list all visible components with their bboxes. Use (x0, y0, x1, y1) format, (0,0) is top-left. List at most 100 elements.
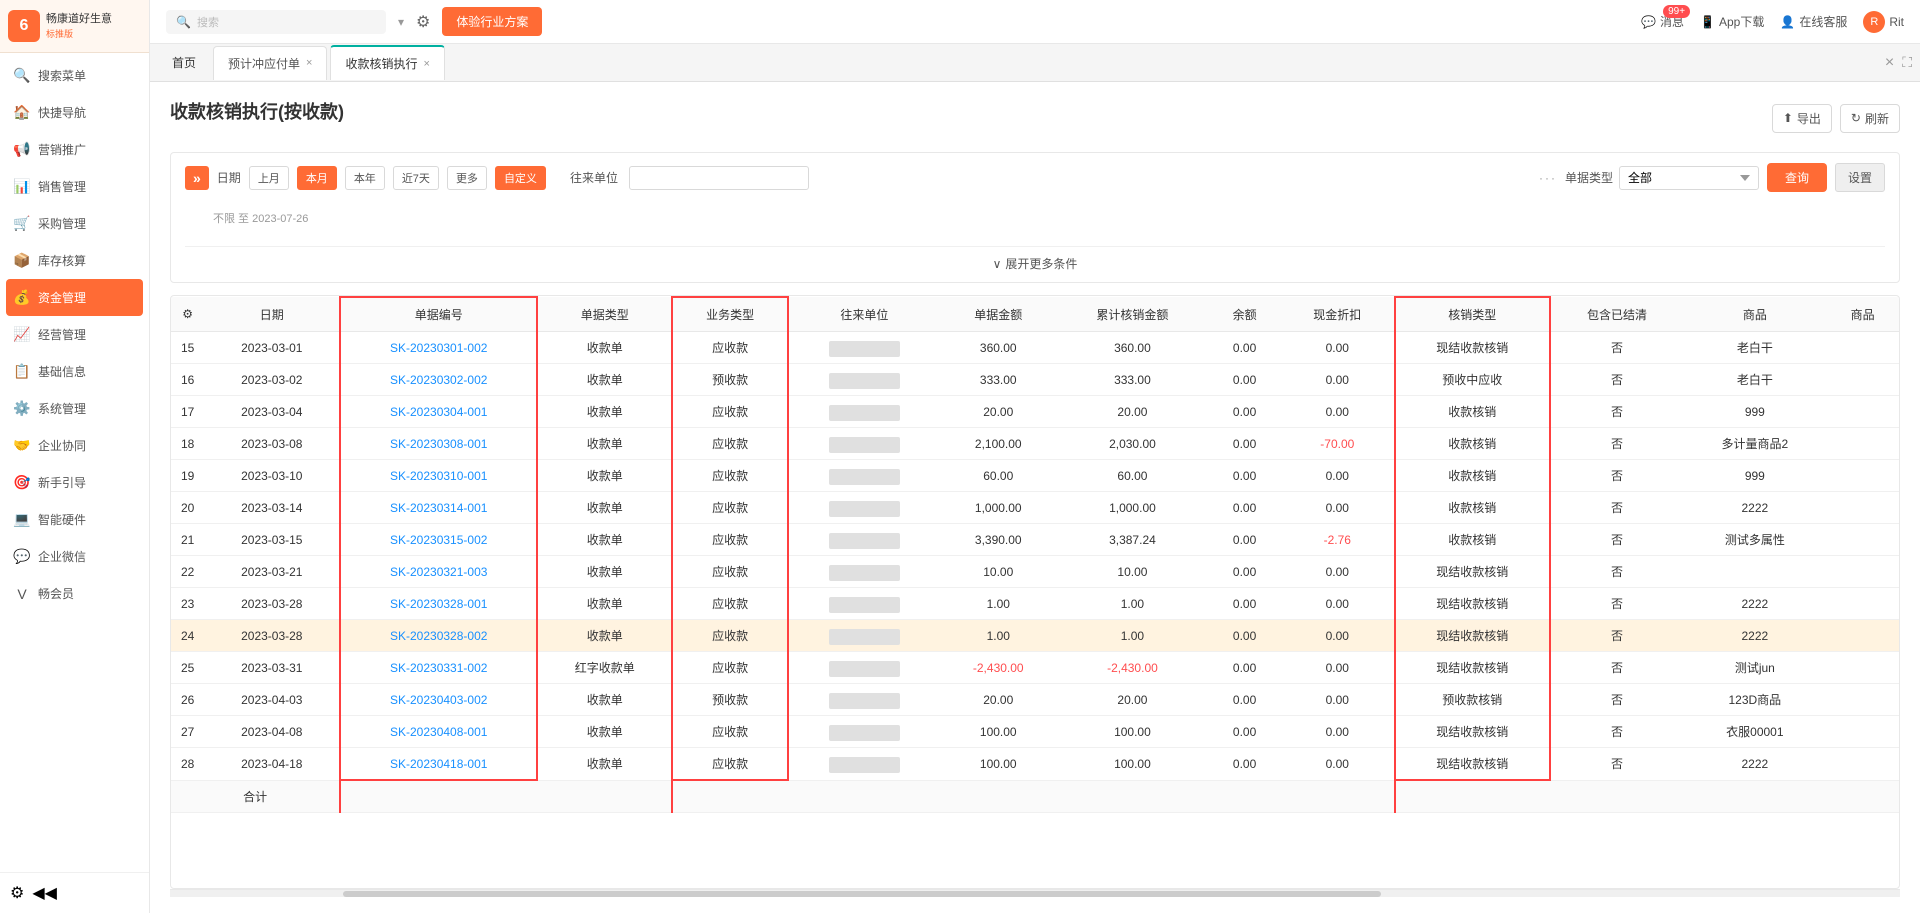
sidebar-item-operation[interactable]: 📈 经营管理 (0, 316, 149, 353)
tab-prepayment[interactable]: 预计冲应付单 × (213, 46, 327, 80)
date-filter-label: 日期 (217, 169, 241, 186)
cell-cumulative: 360.00 (1057, 332, 1209, 364)
mobile-icon: 📱 (1700, 15, 1715, 29)
sidebar-collapse-icon[interactable]: ◀◀ (32, 883, 57, 903)
bill-no-link[interactable]: SK-20230302-002 (390, 373, 487, 387)
sidebar-item-search[interactable]: 🔍 搜索菜单 (0, 57, 149, 94)
bill-no-link[interactable]: SK-20230328-001 (390, 597, 487, 611)
bill-no-link[interactable]: SK-20230301-002 (390, 341, 487, 355)
bill-no-link[interactable]: SK-20230310-001 (390, 469, 487, 483)
cell-index: 21 (171, 524, 204, 556)
cell-bill-no: SK-20230302-002 (340, 364, 537, 396)
sidebar-settings-icon[interactable]: ⚙ (10, 883, 24, 903)
bill-no-link[interactable]: SK-20230408-001 (390, 725, 487, 739)
table-row: 21 2023-03-15 SK-20230315-002 收款单 应收款 ██… (171, 524, 1899, 556)
cell-balance: 0.00 (1208, 396, 1281, 428)
filter-btn-last-month[interactable]: 上月 (249, 166, 289, 190)
filter-btn-custom[interactable]: 自定义 (495, 166, 546, 190)
col-header-settings[interactable]: ⚙ (171, 297, 204, 332)
filter-bar: » 日期 上月 本月 本年 近7天 更多 自定义 往来单位 ··· (170, 152, 1900, 283)
col-header-balance: 余额 (1208, 297, 1281, 332)
sidebar-item-finance[interactable]: 💰 资金管理 (6, 279, 143, 316)
cell-cash-discount: 0.00 (1281, 332, 1395, 364)
table-row: 25 2023-03-31 SK-20230331-002 红字收款单 应收款 … (171, 652, 1899, 684)
cell-product2 (1826, 748, 1899, 781)
bill-no-link[interactable]: SK-20230321-003 (390, 565, 487, 579)
messages-btn[interactable]: 💬 消息 99+ (1641, 13, 1684, 30)
solution-btn[interactable]: 体验行业方案 (442, 7, 542, 36)
tab-close-icon[interactable]: × (306, 57, 312, 69)
cell-product2 (1826, 588, 1899, 620)
filter-btn-more[interactable]: 更多 (447, 166, 487, 190)
filter-settings-btn[interactable]: 设置 (1835, 163, 1885, 192)
tab-close-icon[interactable]: × (423, 58, 429, 70)
cell-product2 (1826, 684, 1899, 716)
cell-product2 (1826, 428, 1899, 460)
bill-no-link[interactable]: SK-20230304-001 (390, 405, 487, 419)
filter-btn-7days[interactable]: 近7天 (393, 166, 439, 190)
cell-product (1683, 556, 1826, 588)
sidebar-item-label: 新手引导 (38, 474, 86, 491)
filter-btn-this-year[interactable]: 本年 (345, 166, 385, 190)
partner-input[interactable] (629, 166, 809, 190)
home-icon: 🏠 (14, 105, 30, 121)
marketing-icon: 📢 (14, 142, 30, 158)
header-settings-icon[interactable]: ⚙ (416, 12, 430, 32)
sidebar-item-guide[interactable]: 🎯 新手引导 (0, 464, 149, 501)
filter-toggle-btn[interactable]: » (185, 166, 209, 190)
bill-no-link[interactable]: SK-20230331-002 (390, 661, 487, 675)
bill-no-link[interactable]: SK-20230403-002 (390, 693, 487, 707)
scrollbar-thumb[interactable] (343, 891, 1381, 897)
cell-product: 老白干 (1683, 332, 1826, 364)
sidebar-item-collab[interactable]: 🤝 企业协同 (0, 427, 149, 464)
online-support-btn[interactable]: 👤 在线客服 (1780, 13, 1847, 30)
sidebar-item-inventory[interactable]: 📦 库存核算 (0, 242, 149, 279)
bill-no-link[interactable]: SK-20230328-002 (390, 629, 487, 643)
cell-bill-amount: 1.00 (940, 620, 1057, 652)
sidebar-item-system[interactable]: ⚙️ 系统管理 (0, 390, 149, 427)
avatar: R (1863, 11, 1885, 33)
cell-bill-no: SK-20230328-001 (340, 588, 537, 620)
cell-date: 2023-04-18 (204, 748, 340, 781)
cell-bill-no: SK-20230331-002 (340, 652, 537, 684)
sidebar-item-wechat[interactable]: 💬 企业微信 (0, 538, 149, 575)
bill-no-link[interactable]: SK-20230418-001 (390, 757, 487, 771)
cell-cancel-type: 收款核销 (1395, 524, 1550, 556)
tab-collection[interactable]: 收款核销执行 × (330, 45, 444, 80)
cell-bill-amount: 3,390.00 (940, 524, 1057, 556)
horizontal-scrollbar[interactable] (170, 889, 1900, 897)
cell-cash-discount: -70.00 (1281, 428, 1395, 460)
query-btn[interactable]: 查询 (1767, 163, 1827, 192)
sidebar-item-member[interactable]: V 畅会员 (0, 575, 149, 612)
cell-include-settled: 否 (1550, 684, 1684, 716)
cell-cash-discount: 0.00 (1281, 620, 1395, 652)
search-icon: 🔍 (14, 68, 30, 84)
export-btn[interactable]: ⬆ 导出 (1772, 104, 1832, 133)
app-logo: 6 畅康道好生意 标推版 (0, 0, 149, 53)
bill-no-link[interactable]: SK-20230314-001 (390, 501, 487, 515)
tab-fullscreen-icon[interactable]: ⛶ (1902, 54, 1912, 72)
cell-partner: ████ (788, 428, 940, 460)
tab-close-all-icon[interactable]: × (1885, 54, 1894, 72)
bill-no-link[interactable]: SK-20230308-001 (390, 437, 487, 451)
cell-cash-discount: 0.00 (1281, 492, 1395, 524)
sidebar-item-hardware[interactable]: 💻 智能硬件 (0, 501, 149, 538)
cell-include-settled: 否 (1550, 620, 1684, 652)
expand-more-btn[interactable]: ∨ 展开更多条件 (993, 255, 1078, 272)
cell-biz-type: 应收款 (672, 396, 787, 428)
bill-no-link[interactable]: SK-20230315-002 (390, 533, 487, 547)
user-name[interactable]: R Rit (1863, 11, 1904, 33)
tab-home[interactable]: 首页 (158, 46, 210, 79)
collab-icon: 🤝 (14, 438, 30, 454)
sidebar-item-sales[interactable]: 📊 销售管理 (0, 168, 149, 205)
sidebar-item-basic[interactable]: 📋 基础信息 (0, 353, 149, 390)
sidebar-item-purchase[interactable]: 🛒 采购管理 (0, 205, 149, 242)
header-chevron-icon[interactable]: ▾ (398, 15, 404, 29)
sidebar-item-quicknav[interactable]: 🏠 快捷导航 (0, 94, 149, 131)
sidebar-item-label: 采购管理 (38, 215, 86, 232)
refresh-btn[interactable]: ↻ 刷新 (1840, 104, 1900, 133)
sidebar-item-marketing[interactable]: 📢 营销推广 (0, 131, 149, 168)
filter-btn-this-month[interactable]: 本月 (297, 166, 337, 190)
receipt-type-select[interactable]: 全部 (1619, 166, 1759, 190)
app-download-btn[interactable]: 📱 App下载 (1700, 13, 1764, 30)
